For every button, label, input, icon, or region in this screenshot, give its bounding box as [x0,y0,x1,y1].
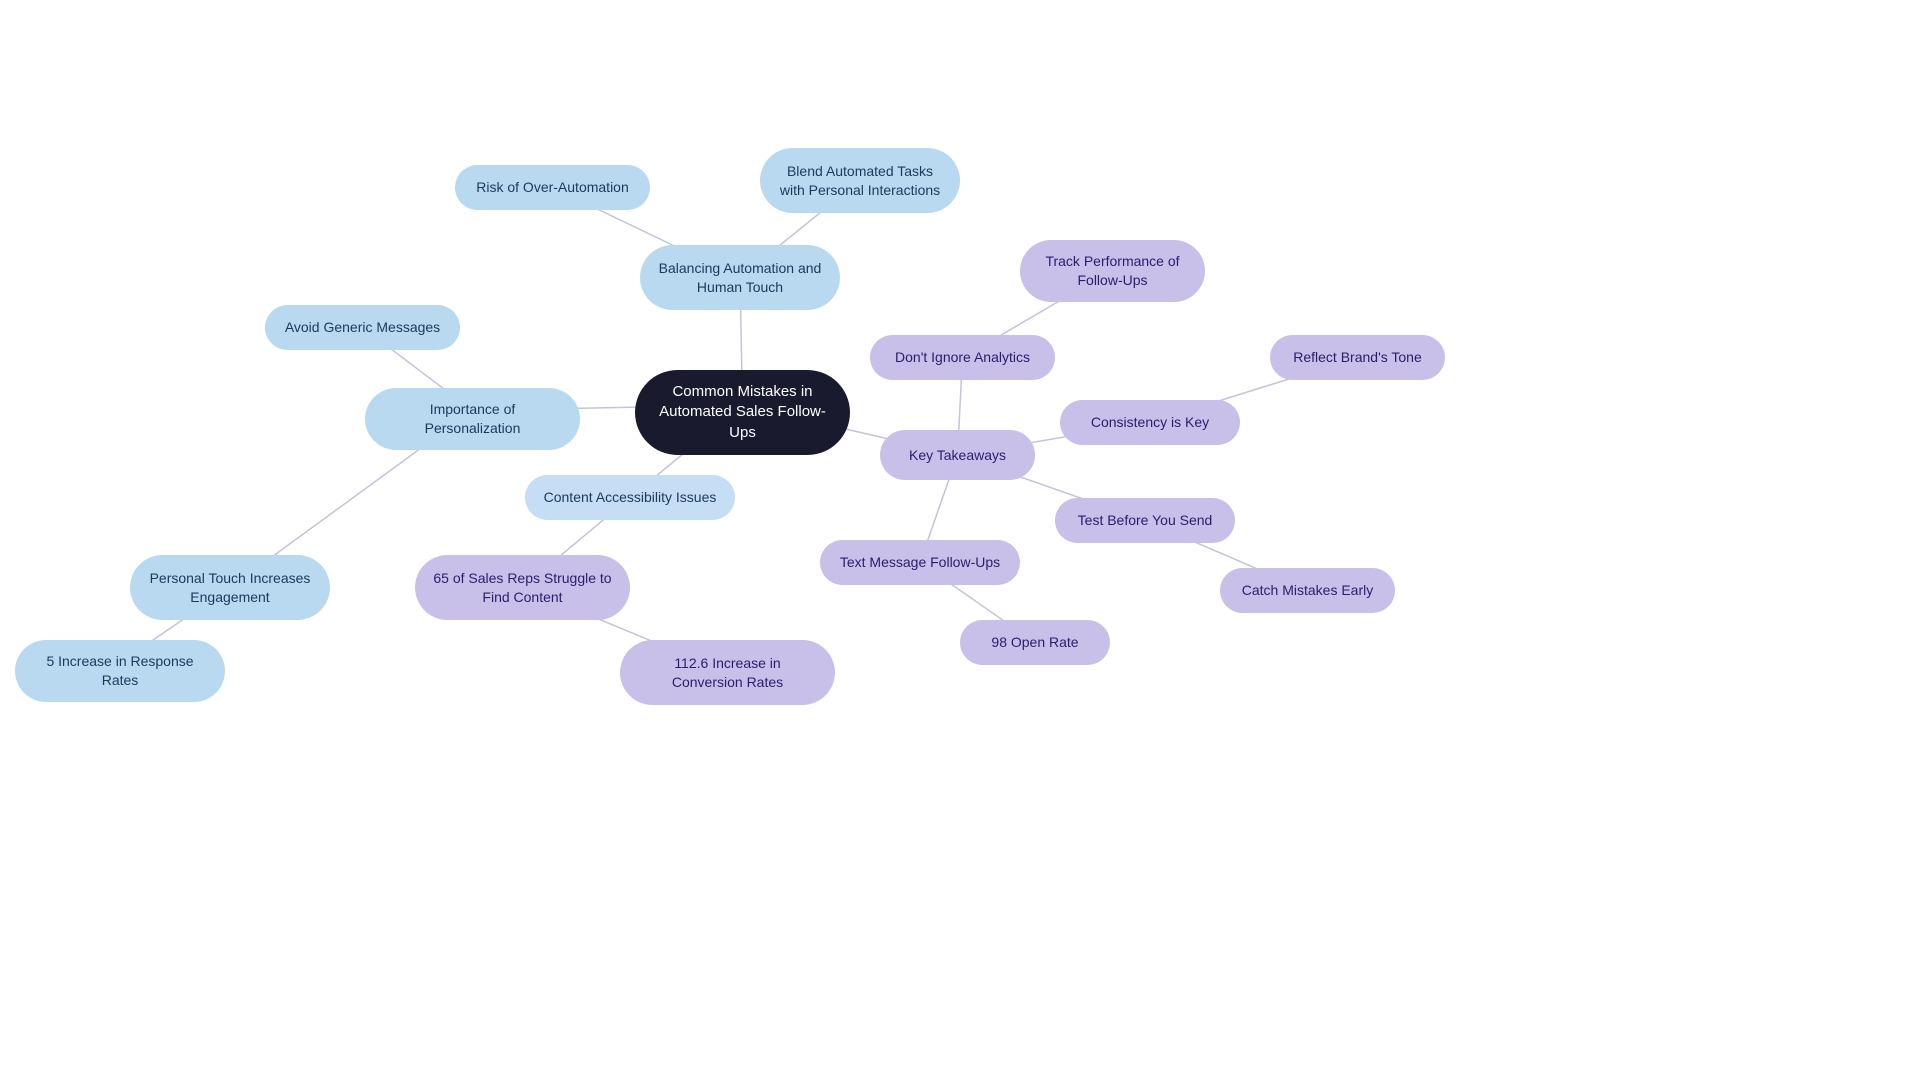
node-test-before[interactable]: Test Before You Send [1055,498,1235,543]
node-open-rate[interactable]: 98 Open Rate [960,620,1110,665]
node-blend[interactable]: Blend Automated Tasks with Personal Inte… [760,148,960,213]
node-key-takeaways[interactable]: Key Takeaways [880,430,1035,480]
node-text-message[interactable]: Text Message Follow-Ups [820,540,1020,585]
node-dont-ignore[interactable]: Don't Ignore Analytics [870,335,1055,380]
node-track-performance[interactable]: Track Performance of Follow-Ups [1020,240,1205,302]
node-avoid-generic[interactable]: Avoid Generic Messages [265,305,460,350]
node-response-rates[interactable]: 5 Increase in Response Rates [15,640,225,702]
node-risk-over[interactable]: Risk of Over-Automation [455,165,650,210]
node-balancing[interactable]: Balancing Automation and Human Touch [640,245,840,310]
node-conversion-rates[interactable]: 112.6 Increase in Conversion Rates [620,640,835,705]
node-content-accessibility[interactable]: Content Accessibility Issues [525,475,735,520]
node-personalization[interactable]: Importance of Personalization [365,388,580,450]
node-sales-reps[interactable]: 65 of Sales Reps Struggle to Find Conten… [415,555,630,620]
node-catch-mistakes[interactable]: Catch Mistakes Early [1220,568,1395,613]
node-center[interactable]: Common Mistakes in Automated Sales Follo… [635,370,850,455]
node-consistency[interactable]: Consistency is Key [1060,400,1240,445]
node-personal-touch[interactable]: Personal Touch Increases Engagement [130,555,330,620]
mindmap-container: Common Mistakes in Automated Sales Follo… [0,0,1920,1083]
node-reflect-brand[interactable]: Reflect Brand's Tone [1270,335,1445,380]
